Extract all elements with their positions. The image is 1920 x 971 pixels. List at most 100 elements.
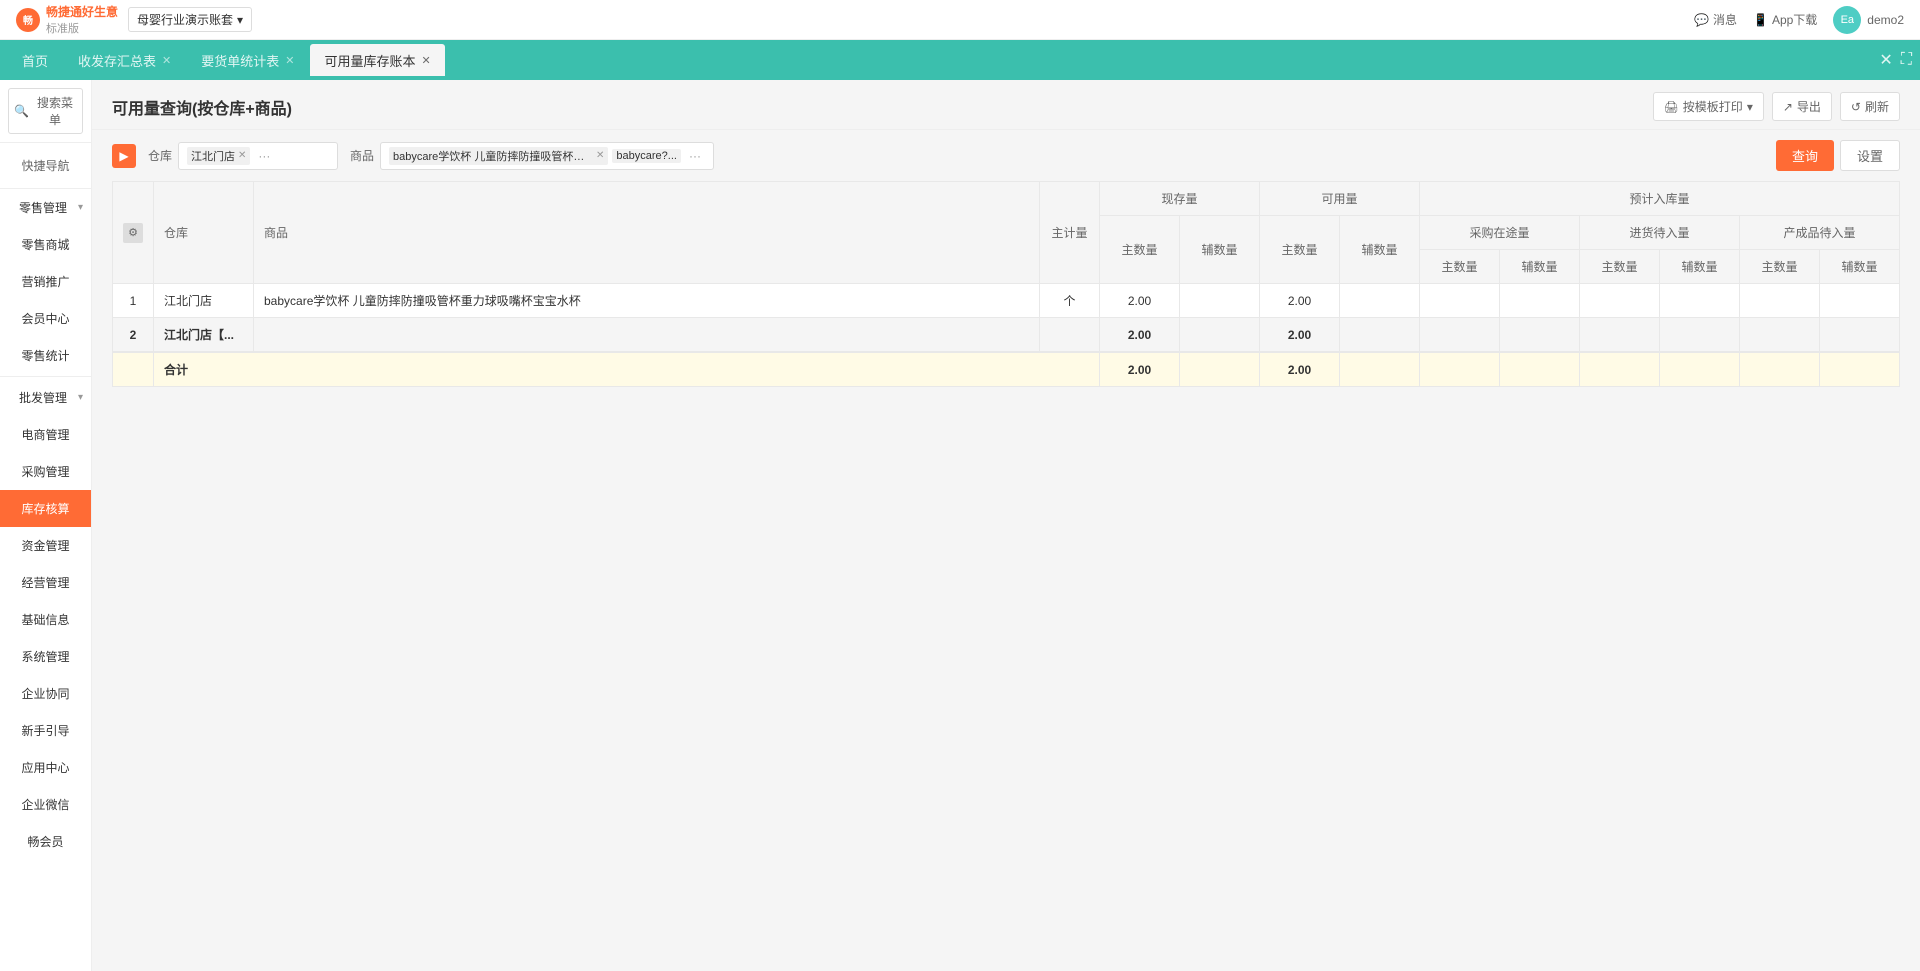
sidebar-item-member[interactable]: 畅会员 <box>0 823 91 860</box>
message-icon: 💬 <box>1694 13 1709 27</box>
footer-available-main: 2.00 <box>1260 352 1340 387</box>
group-row-pp-aux <box>1660 318 1740 353</box>
th-pt-main: 主数量 <box>1420 250 1500 284</box>
table-settings-icon[interactable]: ⚙ <box>123 223 143 243</box>
sidebar-item-operations-mgmt[interactable]: 经营管理 <box>0 564 91 601</box>
warehouse-filter-group: 仓库 江北门店 ✕ ··· <box>148 142 338 170</box>
group-row-prod-aux <box>1820 318 1900 353</box>
sidebar-item-basic-info[interactable]: 基础信息 <box>0 601 91 638</box>
brand-logo: 畅 畅捷通好生意 标准版 <box>16 3 118 36</box>
th-current-main: 主数量 <box>1100 216 1180 284</box>
query-button[interactable]: 查询 <box>1776 140 1834 171</box>
app-download-button[interactable]: 📱 App下载 <box>1753 11 1817 28</box>
sidebar-item-finance-mgmt[interactable]: 资金管理 <box>0 527 91 564</box>
sidebar-item-enterprise-wechat[interactable]: 企业微信 <box>0 786 91 823</box>
th-production-pending-group: 产成品待入量 <box>1740 216 1900 250</box>
message-button[interactable]: 💬 消息 <box>1694 11 1737 28</box>
industry-select[interactable]: 母婴行业演示账套 ▾ <box>128 7 252 32</box>
footer-pt-aux <box>1500 352 1580 387</box>
tab-home[interactable]: 首页 <box>8 44 62 76</box>
product-filter-input[interactable]: babycare学饮杯 儿童防摔防撞吸管杯重力球吸嘴杯宝宝水杯 ✕ babyca… <box>380 142 714 170</box>
row-prod-aux <box>1820 284 1900 318</box>
sidebar-item-app-center[interactable]: 应用中心 <box>0 749 91 786</box>
sidebar-item-retail-mgmt[interactable]: 零售管理 ▾ <box>0 189 91 226</box>
th-available-main: 主数量 <box>1260 216 1340 284</box>
group-row-pp-main <box>1580 318 1660 353</box>
data-table: ⚙ 仓库 商品 主计量 现存量 <box>112 181 1900 387</box>
sidebar-item-inventory[interactable]: 库存核算 <box>0 490 91 527</box>
row-index: 1 <box>113 284 154 318</box>
filter-bar: ▶ 仓库 江北门店 ✕ ··· 商品 babycare学饮杯 儿童防摔防撞吸管杯… <box>92 130 1920 181</box>
tab-order-stats-close[interactable]: ✕ <box>285 54 294 67</box>
tab-available-stock[interactable]: 可用量库存账本 ✕ <box>310 44 444 76</box>
tab-receive-summary[interactable]: 收发存汇总表 ✕ <box>64 44 185 76</box>
footer-empty <box>113 352 154 387</box>
print-button[interactable]: 🖨 按模板打印 ▾ <box>1653 92 1764 121</box>
industry-dropdown-icon: ▾ <box>237 13 243 27</box>
sidebar-item-marketing[interactable]: 营销推广 <box>0 263 91 300</box>
top-bar-right: 💬 消息 📱 App下载 Ea demo2 <box>1694 6 1904 34</box>
tab-fullscreen-icon[interactable]: ⛶ <box>1901 51 1912 69</box>
sidebar-item-ecommerce-mgmt[interactable]: 电商管理 <box>0 416 91 453</box>
group-row-prod-main <box>1740 318 1820 353</box>
sidebar-item-retail-stats[interactable]: 零售统计 <box>0 337 91 374</box>
refresh-button[interactable]: ↺ 刷新 <box>1840 92 1900 121</box>
page-header: 可用量查询(按仓库+商品) 🖨 按模板打印 ▾ ↗ 导出 ↺ 刷新 <box>92 80 1920 130</box>
group-row-available-aux <box>1340 318 1420 353</box>
export-button[interactable]: ↗ 导出 <box>1772 92 1832 121</box>
tab-receive-summary-close[interactable]: ✕ <box>162 54 171 67</box>
th-pp-main: 主数量 <box>1580 250 1660 284</box>
row-pt-aux <box>1500 284 1580 318</box>
expand-icon: ▶ <box>119 149 128 163</box>
search-icon: 🔍 <box>14 104 29 118</box>
group-row-available-main: 2.00 <box>1260 318 1340 353</box>
sidebar-item-member-center[interactable]: 会员中心 <box>0 300 91 337</box>
page-title: 可用量查询(按仓库+商品) <box>112 95 292 119</box>
group-row-index: 2 <box>113 318 154 353</box>
sidebar-search-button[interactable]: 🔍 搜索菜单 <box>8 88 83 134</box>
filter-expand-button[interactable]: ▶ <box>112 144 136 168</box>
tab-close-all-icon[interactable]: ✕ <box>1879 50 1892 70</box>
footer-pp-main <box>1580 352 1660 387</box>
sidebar-item-system-mgmt[interactable]: 系统管理 <box>0 638 91 675</box>
group-row-warehouse: 江北门店【... <box>154 318 254 353</box>
row-unit: 个 <box>1040 284 1100 318</box>
product-filter-label: 商品 <box>350 147 374 164</box>
brand-name: 畅捷通好生意 <box>46 3 118 20</box>
tab-order-stats[interactable]: 要货单统计表 ✕ <box>187 44 308 76</box>
warehouse-filter-label: 仓库 <box>148 147 172 164</box>
main-layout: 🔍 搜索菜单 快捷导航 零售管理 ▾ 零售商城 营销推广 会员中心 <box>0 80 1920 971</box>
sidebar-item-retail-mall[interactable]: 零售商城 <box>0 226 91 263</box>
sidebar-item-enterprise-collab[interactable]: 企业协同 <box>0 675 91 712</box>
warehouse-more-dots[interactable]: ··· <box>254 149 274 163</box>
group-row-current-main: 2.00 <box>1100 318 1180 353</box>
sidebar-item-quick-nav[interactable]: 快捷导航 <box>0 149 91 182</box>
tab-available-stock-close[interactable]: ✕ <box>422 54 431 67</box>
group-row-product <box>254 318 1040 353</box>
th-prod-main: 主数量 <box>1740 250 1820 284</box>
chevron-down-icon: ▾ <box>78 202 83 213</box>
sidebar-item-new-guide[interactable]: 新手引导 <box>0 712 91 749</box>
th-available-group: 可用量 <box>1260 182 1420 216</box>
export-icon: ↗ <box>1783 100 1793 114</box>
sidebar: 🔍 搜索菜单 快捷导航 零售管理 ▾ 零售商城 营销推广 会员中心 <box>0 80 92 971</box>
footer-prod-main <box>1740 352 1820 387</box>
app-icon: 📱 <box>1753 13 1768 27</box>
product-tag1-close[interactable]: ✕ <box>596 150 604 161</box>
table-group-row: 2 江北门店【... 2.00 2.00 <box>113 318 1900 353</box>
page-actions: 🖨 按模板打印 ▾ ↗ 导出 ↺ 刷新 <box>1653 92 1900 121</box>
brand-icon: 畅 <box>16 8 40 32</box>
sidebar-item-purchase-mgmt[interactable]: 采购管理 <box>0 453 91 490</box>
industry-select-label: 母婴行业演示账套 <box>137 11 233 28</box>
row-current-main: 2.00 <box>1100 284 1180 318</box>
settings-button[interactable]: 设置 <box>1840 140 1900 171</box>
group-row-unit <box>1040 318 1100 353</box>
user-menu-button[interactable]: Ea demo2 <box>1833 6 1904 34</box>
footer-current-aux <box>1180 352 1260 387</box>
warehouse-tag-close[interactable]: ✕ <box>238 150 246 161</box>
sidebar-item-wholesale-mgmt[interactable]: 批发管理 ▾ <box>0 379 91 416</box>
th-purchase-pending-group: 进货待入量 <box>1580 216 1740 250</box>
warehouse-filter-input[interactable]: 江北门店 ✕ ··· <box>178 142 338 170</box>
product-tag-1: babycare学饮杯 儿童防摔防撞吸管杯重力球吸嘴杯宝宝水杯 ✕ <box>389 147 608 165</box>
product-more-dots[interactable]: ··· <box>685 149 705 163</box>
